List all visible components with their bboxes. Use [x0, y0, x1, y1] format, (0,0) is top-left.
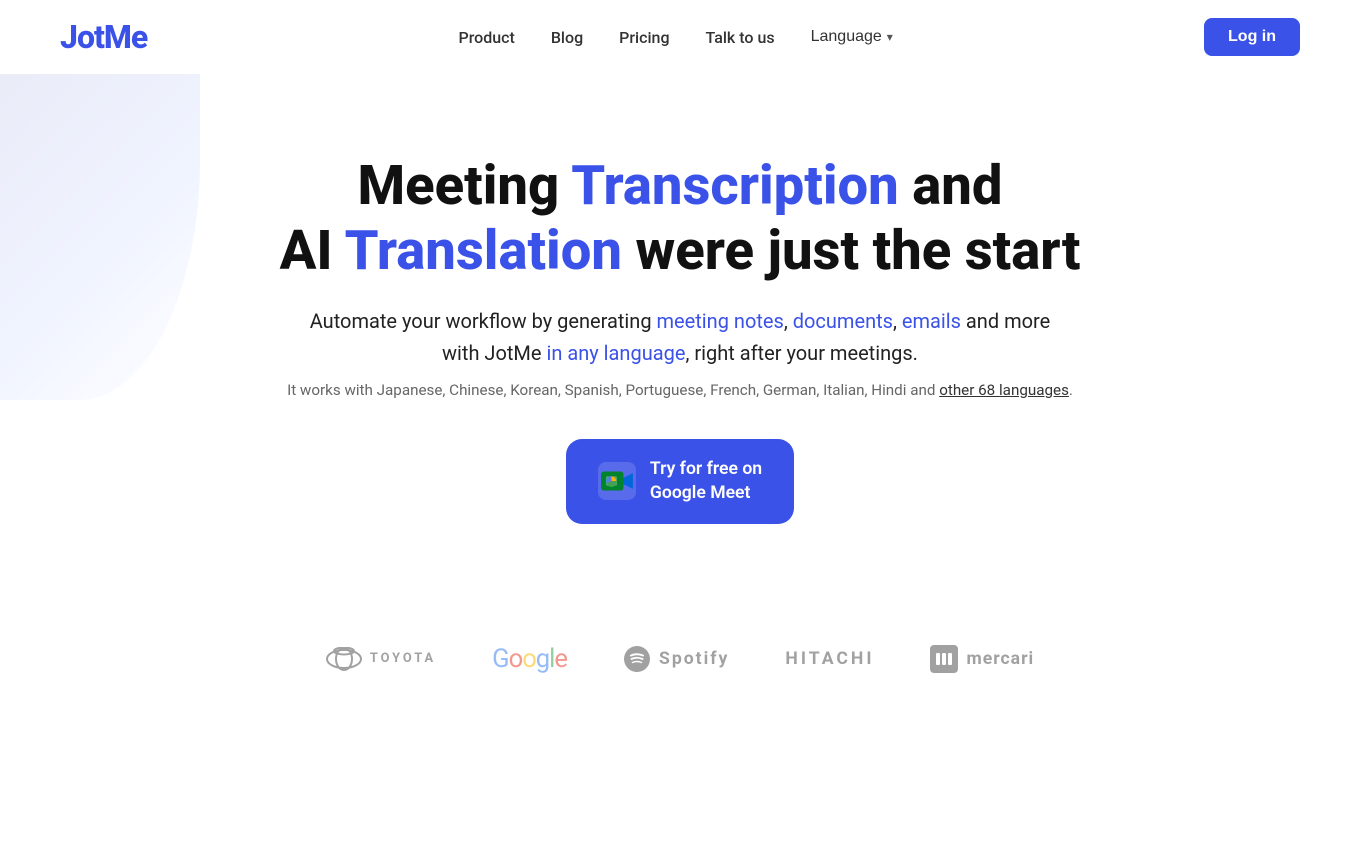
- subtext-comma1: ,: [784, 309, 793, 333]
- cta-button-text: Try for free on Google Meet: [650, 457, 762, 506]
- cta-line2: Google Meet: [650, 483, 751, 503]
- cta-button[interactable]: Try for free on Google Meet: [566, 439, 794, 524]
- headline-part1: Meeting: [357, 155, 571, 218]
- language-label: Language: [811, 28, 882, 46]
- cta-line1: Try for free on: [650, 459, 762, 479]
- nav-link-product[interactable]: Product: [458, 28, 514, 47]
- nav-links: Product Blog Pricing Talk to us Language…: [458, 28, 892, 47]
- nav-link-blog[interactable]: Blog: [551, 28, 583, 47]
- google-meet-icon: [598, 462, 636, 500]
- hitachi-text: HITACHI: [785, 649, 874, 669]
- mercari-icon: [930, 645, 958, 673]
- subtext-comma2: ,: [893, 309, 902, 333]
- subtext-suffix: and more: [961, 309, 1050, 333]
- toyota-text: TOYOTA: [370, 651, 436, 666]
- logo-hitachi: HITACHI: [785, 649, 874, 669]
- headline-transcription: Transcription: [571, 155, 899, 218]
- link-emails[interactable]: emails: [902, 309, 961, 333]
- hero-languages: It works with Japanese, Chinese, Korean,…: [20, 381, 1340, 399]
- link-other-languages[interactable]: other 68 languages: [939, 381, 1069, 399]
- login-button[interactable]: Log in: [1204, 18, 1300, 56]
- langs-text: It works with Japanese, Chinese, Korean,…: [287, 381, 939, 399]
- nav-link-pricing[interactable]: Pricing: [619, 28, 669, 47]
- company-logos: TOYOTA Google Spotify HITACHI mercari: [0, 584, 1360, 714]
- subtext-line2-suffix: , right after your meetings.: [685, 341, 918, 365]
- headline-line2-prefix: AI: [280, 220, 345, 283]
- logo-google: Google: [492, 644, 567, 674]
- logo-spotify: Spotify: [623, 645, 729, 673]
- navbar: JotMe Product Blog Pricing Talk to us La…: [0, 0, 1360, 74]
- link-any-language[interactable]: in any language: [546, 341, 685, 365]
- site-logo[interactable]: JotMe: [60, 18, 147, 56]
- link-documents[interactable]: documents: [793, 309, 893, 333]
- link-meeting-notes[interactable]: meeting notes: [657, 309, 784, 333]
- google-text: Google: [492, 644, 567, 674]
- subtext-prefix: Automate your workflow by generating: [310, 309, 657, 333]
- logo-mercari: mercari: [930, 645, 1034, 673]
- spotify-icon: [623, 645, 651, 673]
- chevron-down-icon: ▾: [887, 30, 893, 44]
- toyota-icon: [326, 647, 362, 671]
- language-dropdown[interactable]: Language ▾: [811, 28, 893, 46]
- hero-subtext: Automate your workflow by generating mee…: [20, 305, 1340, 369]
- hero-section: Meeting Transcription and AI Translation…: [0, 74, 1360, 584]
- headline-translation: Translation: [345, 220, 622, 283]
- headline-part2: and: [899, 155, 1003, 218]
- spotify-text: Spotify: [659, 649, 729, 669]
- mercari-text: mercari: [966, 649, 1034, 669]
- logo-toyota: TOYOTA: [326, 647, 436, 671]
- hero-headline: Meeting Transcription and AI Translation…: [20, 154, 1340, 285]
- headline-line2-suffix: were just the start: [622, 220, 1080, 283]
- subtext-line2-prefix: with JotMe: [442, 341, 546, 365]
- langs-suffix: .: [1069, 381, 1073, 399]
- nav-link-talk[interactable]: Talk to us: [706, 28, 775, 47]
